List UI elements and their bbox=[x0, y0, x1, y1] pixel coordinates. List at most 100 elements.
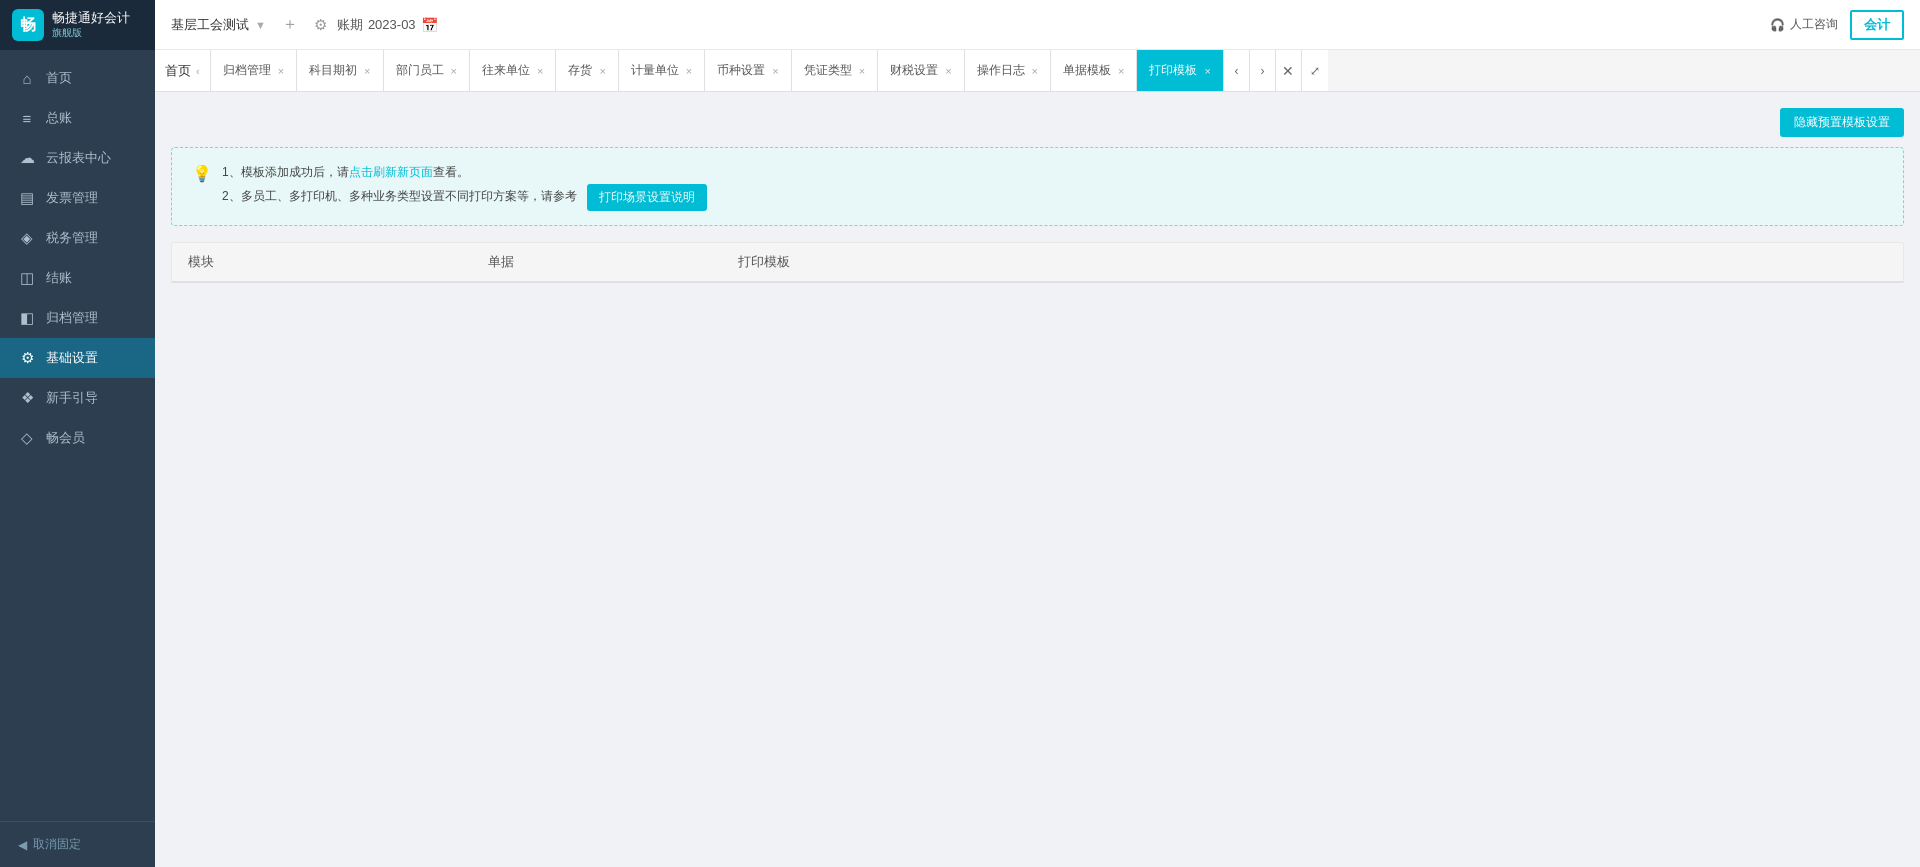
info-line1: 1、模板添加成功后，请点击刷新新页面查看。 bbox=[222, 162, 707, 184]
company-chevron-icon: ▼ bbox=[255, 19, 266, 31]
col-print-template: 打印模板 bbox=[722, 243, 1903, 281]
tab-stock-close-icon[interactable]: × bbox=[599, 65, 605, 77]
sidebar-item-member[interactable]: ◇ 畅会员 bbox=[0, 418, 155, 458]
sidebar-item-settings[interactable]: ⚙ 基础设置 bbox=[0, 338, 155, 378]
sidebar-logo: 畅 畅捷通好会计 旗舰版 bbox=[0, 0, 155, 50]
tab-taxsettings-label: 财税设置 bbox=[890, 62, 938, 79]
sidebar-item-home[interactable]: ⌂ 首页 bbox=[0, 58, 155, 98]
tab-voucher-close-icon[interactable]: × bbox=[859, 65, 865, 77]
table-header: 模块 单据 打印模板 bbox=[171, 242, 1904, 283]
sidebar-label-tax: 税务管理 bbox=[46, 229, 98, 247]
tab-currency-close-icon[interactable]: × bbox=[772, 65, 778, 77]
info-line2: 2、多员工、多打印机、多种业务类型设置不同打印方案等，请参考 打印场景设置说明 bbox=[222, 184, 707, 211]
tab-oplog[interactable]: 操作日志 × bbox=[965, 50, 1051, 91]
tab-print-label: 打印模板 bbox=[1149, 62, 1197, 79]
tab-subjects-label: 科目期初 bbox=[309, 62, 357, 79]
settings-gear-icon[interactable]: ⚙ bbox=[314, 16, 327, 34]
company-selector[interactable]: 基层工会测试 ▼ bbox=[171, 16, 266, 34]
info-box: 💡 1、模板添加成功后，请点击刷新新页面查看。 2、多员工、多打印机、多种业务类… bbox=[171, 147, 1904, 226]
hide-preview-button[interactable]: 隐藏预置模板设置 bbox=[1780, 108, 1904, 137]
col-module: 模块 bbox=[172, 243, 472, 281]
sidebar-item-tax[interactable]: ◈ 税务管理 bbox=[0, 218, 155, 258]
tab-oplog-label: 操作日志 bbox=[977, 62, 1025, 79]
tab-receipt[interactable]: 单据模板 × bbox=[1051, 50, 1137, 91]
tab-stock-label: 存货 bbox=[568, 62, 592, 79]
unpin-button[interactable]: ◀ 取消固定 bbox=[0, 821, 155, 867]
tab-unit[interactable]: 计量单位 × bbox=[619, 50, 705, 91]
tab-voucher[interactable]: 凭证类型 × bbox=[792, 50, 878, 91]
kuaiji-button[interactable]: 会计 bbox=[1850, 10, 1904, 40]
col-receipt: 单据 bbox=[472, 243, 722, 281]
tab-close-all-button[interactable]: ✕ bbox=[1276, 50, 1302, 91]
sidebar-label-member: 畅会员 bbox=[46, 429, 85, 447]
tab-print[interactable]: 打印模板 × bbox=[1137, 50, 1223, 91]
home-icon: ⌂ bbox=[18, 70, 36, 87]
tab-archive-close-icon[interactable]: × bbox=[278, 65, 284, 77]
sidebar-label-settings: 基础设置 bbox=[46, 349, 98, 367]
tab-expand-button[interactable]: ⤢ bbox=[1302, 50, 1328, 91]
sidebar-label-guide: 新手引导 bbox=[46, 389, 98, 407]
tab-voucher-label: 凭证类型 bbox=[804, 62, 852, 79]
archive-icon: ◧ bbox=[18, 309, 36, 327]
sidebar-item-reports[interactable]: ☁ 云报表中心 bbox=[0, 138, 155, 178]
tab-department-close-icon[interactable]: × bbox=[451, 65, 457, 77]
customer-service-label: 人工咨询 bbox=[1790, 16, 1838, 33]
tab-subjects-close-icon[interactable]: × bbox=[364, 65, 370, 77]
tab-home[interactable]: 首页 ‹ bbox=[155, 50, 211, 91]
tab-currency[interactable]: 币种设置 × bbox=[705, 50, 791, 91]
guide-icon: ❖ bbox=[18, 389, 36, 407]
tabbar: 首页 ‹ 归档管理 × 科目期初 × 部门员工 × 往来单位 × 存货 × 计量… bbox=[155, 50, 1920, 92]
sidebar-item-invoice[interactable]: ▤ 发票管理 bbox=[0, 178, 155, 218]
sidebar-label-ledger: 总账 bbox=[46, 109, 72, 127]
cloud-icon: ☁ bbox=[18, 149, 36, 167]
tab-receipt-label: 单据模板 bbox=[1063, 62, 1111, 79]
unpin-icon: ◀ bbox=[18, 838, 27, 852]
tab-print-close-icon[interactable]: × bbox=[1204, 65, 1210, 77]
tab-oplog-close-icon[interactable]: × bbox=[1032, 65, 1038, 77]
calendar-icon[interactable]: 📅 bbox=[421, 17, 438, 33]
headphone-icon: 🎧 bbox=[1770, 18, 1785, 32]
main-area: 基层工会测试 ▼ ＋ ⚙ 账期 2023-03 📅 🎧 人工咨询 会计 首页 ‹… bbox=[155, 0, 1920, 867]
tab-stock[interactable]: 存货 × bbox=[556, 50, 618, 91]
tab-archive-label: 归档管理 bbox=[223, 62, 271, 79]
add-tab-button[interactable]: ＋ bbox=[276, 12, 304, 37]
sidebar: 畅 畅捷通好会计 旗舰版 ⌂ 首页 ≡ 总账 ☁ 云报表中心 ▤ 发票管理 ◈ … bbox=[0, 0, 155, 867]
topbar-right: 🎧 人工咨询 会计 bbox=[1770, 10, 1904, 40]
tab-unit-close-icon[interactable]: × bbox=[686, 65, 692, 77]
logo-text: 畅捷通好会计 旗舰版 bbox=[52, 10, 130, 41]
tab-archive[interactable]: 归档管理 × bbox=[211, 50, 297, 91]
sidebar-nav: ⌂ 首页 ≡ 总账 ☁ 云报表中心 ▤ 发票管理 ◈ 税务管理 ◫ 结账 ◧ 归… bbox=[0, 50, 155, 821]
print-explain-button[interactable]: 打印场景设置说明 bbox=[587, 184, 707, 211]
tab-supplier-label: 往来单位 bbox=[482, 62, 530, 79]
sidebar-label-reports: 云报表中心 bbox=[46, 149, 111, 167]
period-display: 账期 2023-03 📅 bbox=[337, 16, 438, 34]
member-icon: ◇ bbox=[18, 429, 36, 447]
tab-taxsettings-close-icon[interactable]: × bbox=[945, 65, 951, 77]
tab-home-back-icon: ‹ bbox=[196, 65, 200, 77]
tab-unit-label: 计量单位 bbox=[631, 62, 679, 79]
refresh-link[interactable]: 点击刷新新页面 bbox=[349, 165, 433, 179]
sidebar-item-archive[interactable]: ◧ 归档管理 bbox=[0, 298, 155, 338]
tab-subjects[interactable]: 科目期初 × bbox=[297, 50, 383, 91]
info-text-block: 1、模板添加成功后，请点击刷新新页面查看。 2、多员工、多打印机、多种业务类型设… bbox=[222, 162, 707, 211]
tab-scroll-left-button[interactable]: ‹ bbox=[1224, 50, 1250, 91]
sidebar-item-ledger[interactable]: ≡ 总账 bbox=[0, 98, 155, 138]
customer-service-button[interactable]: 🎧 人工咨询 bbox=[1770, 16, 1838, 33]
tab-department[interactable]: 部门员工 × bbox=[384, 50, 470, 91]
tab-receipt-close-icon[interactable]: × bbox=[1118, 65, 1124, 77]
tab-taxsettings[interactable]: 财税设置 × bbox=[878, 50, 964, 91]
period-label: 账期 bbox=[337, 16, 363, 34]
tax-icon: ◈ bbox=[18, 229, 36, 247]
tab-supplier-close-icon[interactable]: × bbox=[537, 65, 543, 77]
sidebar-item-closing[interactable]: ◫ 结账 bbox=[0, 258, 155, 298]
tab-home-label: 首页 bbox=[165, 62, 191, 80]
company-name: 基层工会测试 bbox=[171, 16, 249, 34]
content-topbar: 隐藏预置模板设置 bbox=[171, 108, 1904, 137]
sidebar-item-guide[interactable]: ❖ 新手引导 bbox=[0, 378, 155, 418]
tab-scroll-right-button[interactable]: › bbox=[1250, 50, 1276, 91]
tab-department-label: 部门员工 bbox=[396, 62, 444, 79]
tab-currency-label: 币种设置 bbox=[717, 62, 765, 79]
logo-icon: 畅 bbox=[12, 9, 44, 41]
ledger-icon: ≡ bbox=[18, 110, 36, 127]
tab-supplier[interactable]: 往来单位 × bbox=[470, 50, 556, 91]
